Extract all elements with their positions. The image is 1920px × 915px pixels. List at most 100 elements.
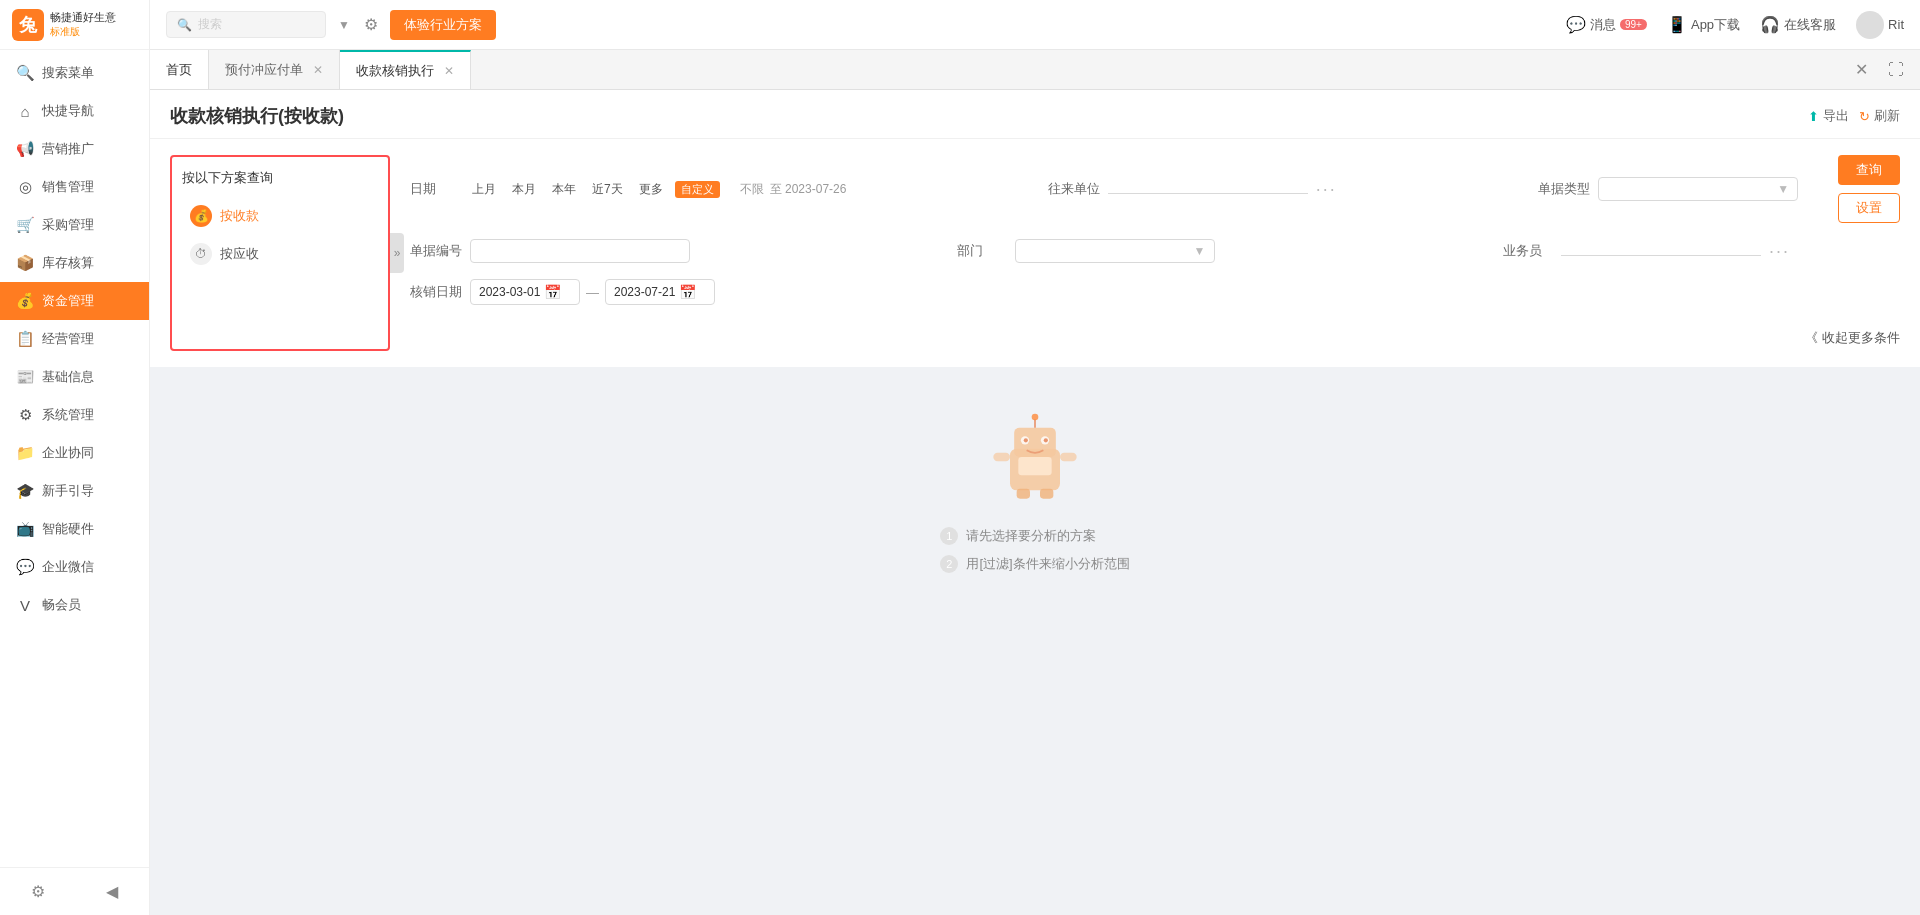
staff-dots-btn[interactable]: ··· <box>1769 241 1790 262</box>
filter-by-receipt[interactable]: 💰 按收款 <box>182 199 378 233</box>
guide-icon: 🎓 <box>16 482 34 500</box>
date-7days[interactable]: 近7天 <box>588 179 627 200</box>
topbar-search[interactable]: 🔍 搜索 <box>166 11 326 38</box>
settings-btn[interactable]: 设置 <box>1838 193 1900 223</box>
date-last-month[interactable]: 上月 <box>468 179 500 200</box>
inventory-icon: 📦 <box>16 254 34 272</box>
doctype-arrow-icon: ▼ <box>1777 182 1789 196</box>
filter-customer-field: 往来单位 ··· <box>1048 179 1337 200</box>
tabbar-actions: ✕ ⛶ <box>1849 50 1920 89</box>
tab-collect-close[interactable]: ✕ <box>444 64 454 78</box>
search-icon: 🔍 <box>177 18 192 32</box>
date-this-month[interactable]: 本月 <box>508 179 540 200</box>
verify-date-end[interactable]: 2023-07-21 📅 <box>605 279 715 305</box>
date-to-text: 至 2023-07-26 <box>770 181 847 198</box>
customer-dots-btn[interactable]: ··· <box>1316 179 1337 200</box>
date-separator: — <box>586 285 599 300</box>
export-btn[interactable]: ⬆ 导出 <box>1808 107 1849 125</box>
tip-num-1: 1 <box>940 527 958 545</box>
service-icon: 🎧 <box>1760 15 1780 34</box>
docno-input[interactable] <box>470 239 690 263</box>
sidebar-item-wechat[interactable]: 💬 企业微信 <box>0 548 149 586</box>
sidebar-item-marketing[interactable]: 📢 营销推广 <box>0 130 149 168</box>
sidebar-item-system[interactable]: ⚙ 系统管理 <box>0 396 149 434</box>
filter-row-3: 核销日期 2023-03-01 📅 — 2023-07-21 📅 <box>410 279 1900 305</box>
calendar-start-icon: 📅 <box>544 284 561 300</box>
doctype-label: 单据类型 <box>1538 180 1590 198</box>
filter-row-1: 日期 上月 本月 本年 近7天 更多 自定义 不限 至 2023-07-26 <box>410 155 1900 223</box>
topbar-chevron-icon[interactable]: ▼ <box>338 18 350 32</box>
doctype-select[interactable]: ▼ <box>1598 177 1798 201</box>
sidebar-collapse-btn[interactable]: ◀ <box>96 876 128 907</box>
tab-prepay-close[interactable]: ✕ <box>313 63 323 77</box>
dept-select[interactable]: ▼ <box>1015 239 1215 263</box>
svg-rect-12 <box>1018 457 1051 475</box>
verify-date-group: 2023-03-01 📅 — 2023-07-21 📅 <box>470 279 715 305</box>
verify-date-start[interactable]: 2023-03-01 📅 <box>470 279 580 305</box>
sidebar-item-purchase[interactable]: 🛒 采购管理 <box>0 206 149 244</box>
sidebar-item-enterprise[interactable]: 📁 企业协同 <box>0 434 149 472</box>
refresh-btn[interactable]: ↻ 刷新 <box>1859 107 1900 125</box>
sidebar-item-hardware[interactable]: 📺 智能硬件 <box>0 510 149 548</box>
sidebar: 兔 畅捷通好生意 标准版 🔍 搜索菜单 ⌂ 快捷导航 📢 营销推广 ◎ 销售管理… <box>0 0 150 915</box>
topbar: 🔍 搜索 ▼ ⚙ 体验行业方案 💬 消息 99+ 📱 App下载 🎧 在线客服 … <box>150 0 1920 50</box>
dept-arrow-icon: ▼ <box>1194 244 1206 258</box>
tip-num-2: 2 <box>940 555 958 573</box>
topbar-app-download[interactable]: 📱 App下载 <box>1667 15 1740 34</box>
sidebar-item-vip[interactable]: V 畅会员 <box>0 586 149 624</box>
tab-prepay[interactable]: 预付冲应付单 ✕ <box>209 50 340 89</box>
filter-docno-field: 单据编号 <box>410 239 690 263</box>
svg-point-4 <box>1024 438 1028 442</box>
operation-icon: 📋 <box>16 330 34 348</box>
customer-input[interactable] <box>1108 185 1308 194</box>
empty-illustration <box>985 407 1085 507</box>
date-this-year[interactable]: 本年 <box>548 179 580 200</box>
app-logo: 兔 畅捷通好生意 标准版 <box>0 0 149 50</box>
topbar-gear-icon[interactable]: ⚙ <box>364 15 378 34</box>
svg-rect-8 <box>1017 489 1030 499</box>
topbar-msg[interactable]: 💬 消息 99+ <box>1566 15 1647 34</box>
date-more[interactable]: 更多 <box>635 179 667 200</box>
tip-item-2: 2 用[过滤]条件来缩小分析范围 <box>940 555 1129 573</box>
app-icon: 📱 <box>1667 15 1687 34</box>
svg-point-5 <box>1044 438 1048 442</box>
system-icon: ⚙ <box>16 406 34 424</box>
sales-icon: ◎ <box>16 178 34 196</box>
sidebar-item-search[interactable]: 🔍 搜索菜单 <box>0 54 149 92</box>
page-header: 收款核销执行(按收款) ⬆ 导出 ↻ 刷新 <box>150 90 1920 139</box>
collapse-more-btn[interactable]: 《 收起更多条件 <box>1805 325 1900 351</box>
username: Rit <box>1888 17 1904 32</box>
filter-collapse-btn[interactable]: » <box>390 233 404 273</box>
sidebar-settings-btn[interactable]: ⚙ <box>21 876 55 907</box>
tabbar: 首页 预付冲应付单 ✕ 收款核销执行 ✕ ✕ ⛶ <box>150 50 1920 90</box>
svg-rect-9 <box>1040 489 1053 499</box>
sidebar-item-basic-info[interactable]: 📰 基础信息 <box>0 358 149 396</box>
page-header-actions: ⬆ 导出 ↻ 刷新 <box>1808 107 1900 125</box>
wechat-icon: 💬 <box>16 558 34 576</box>
query-btn[interactable]: 查询 <box>1838 155 1900 185</box>
topbar-user[interactable]: Rit <box>1856 11 1904 39</box>
sidebar-item-sales[interactable]: ◎ 销售管理 <box>0 168 149 206</box>
collapse-chevron-icon: 《 <box>1805 329 1818 347</box>
dept-label: 部门 <box>957 242 1007 260</box>
sidebar-item-inventory[interactable]: 📦 库存核算 <box>0 244 149 282</box>
verifydate-label: 核销日期 <box>410 283 462 301</box>
filter-doctype-field: 单据类型 ▼ <box>1538 177 1818 201</box>
sidebar-item-finance[interactable]: 💰 资金管理 <box>0 282 149 320</box>
tab-collect[interactable]: 收款核销执行 ✕ <box>340 50 471 89</box>
message-icon: 💬 <box>1566 15 1586 34</box>
staff-input[interactable] <box>1561 247 1761 256</box>
tab-close-all-btn[interactable]: ✕ <box>1849 56 1874 83</box>
industry-btn[interactable]: 体验行业方案 <box>390 10 496 40</box>
logo-sub: 标准版 <box>50 25 116 39</box>
tab-home[interactable]: 首页 <box>150 50 209 89</box>
tab-expand-btn[interactable]: ⛶ <box>1882 57 1910 83</box>
sidebar-item-operation[interactable]: 📋 经营管理 <box>0 320 149 358</box>
sidebar-item-quick-nav[interactable]: ⌂ 快捷导航 <box>0 92 149 130</box>
sidebar-item-guide[interactable]: 🎓 新手引导 <box>0 472 149 510</box>
refresh-icon: ↻ <box>1859 109 1870 124</box>
docno-label: 单据编号 <box>410 242 462 260</box>
staff-label: 业务员 <box>1503 242 1553 260</box>
topbar-service[interactable]: 🎧 在线客服 <box>1760 15 1836 34</box>
filter-by-receivable[interactable]: ⏱ 按应收 <box>182 237 378 271</box>
